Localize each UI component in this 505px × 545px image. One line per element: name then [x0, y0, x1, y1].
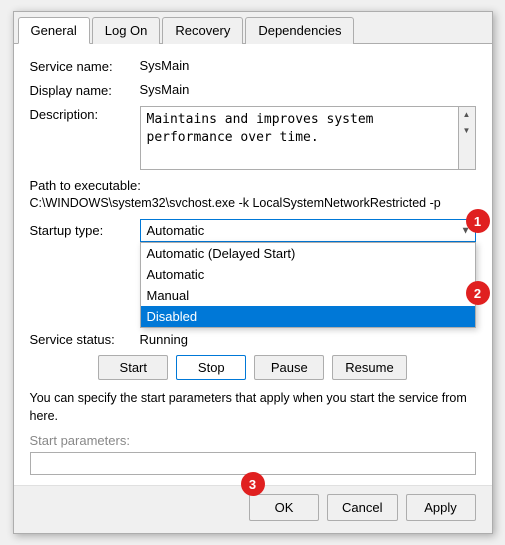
description-scrollbar: ▲ ▼ — [459, 106, 476, 171]
tabs-bar: General Log On Recovery Dependencies — [14, 12, 492, 44]
tab-dependencies[interactable]: Dependencies — [245, 17, 354, 44]
service-name-label: Service name: — [30, 58, 140, 74]
stop-button[interactable]: Stop — [176, 355, 246, 380]
service-status-value: Running — [140, 332, 188, 347]
description-wrapper: Maintains and improves system performanc… — [140, 106, 476, 171]
path-value: C:\WINDOWS\system32\svchost.exe -k Local… — [30, 195, 476, 211]
service-status-row: Service status: Running — [30, 332, 476, 347]
pause-button[interactable]: Pause — [254, 355, 324, 380]
service-status-label: Service status: — [30, 332, 140, 347]
scroll-up-btn[interactable]: ▲ — [459, 107, 475, 123]
tab-recovery[interactable]: Recovery — [162, 17, 243, 44]
annotation-badge-1: 1 — [466, 209, 490, 233]
service-control-buttons: Start Stop Pause Resume — [30, 355, 476, 380]
start-button[interactable]: Start — [98, 355, 168, 380]
description-textarea[interactable]: Maintains and improves system performanc… — [140, 106, 459, 171]
dropdown-item-manual[interactable]: Manual — [141, 285, 475, 306]
description-row: Description: Maintains and improves syst… — [30, 106, 476, 171]
display-name-row: Display name: SysMain — [30, 82, 476, 98]
dropdown-item-auto-delayed[interactable]: Automatic (Delayed Start) — [141, 243, 475, 264]
startup-type-row: Startup type: Automatic ▼ 1 Automatic (D… — [30, 219, 476, 242]
annotation-badge-3: 3 — [241, 472, 265, 496]
display-name-label: Display name: — [30, 82, 140, 98]
startup-type-label: Startup type: — [30, 223, 140, 238]
display-name-value: SysMain — [140, 82, 476, 97]
ok-button[interactable]: OK — [249, 494, 319, 521]
tab-logon[interactable]: Log On — [92, 17, 161, 44]
info-text: You can specify the start parameters tha… — [30, 390, 476, 425]
startup-selected-value: Automatic — [147, 223, 205, 238]
apply-button[interactable]: Apply — [406, 494, 476, 521]
path-section: Path to executable: C:\WINDOWS\system32\… — [30, 178, 476, 211]
service-name-row: Service name: SysMain — [30, 58, 476, 74]
service-properties-dialog: General Log On Recovery Dependencies Ser… — [13, 11, 493, 535]
startup-dropdown-container: Automatic ▼ 1 Automatic (Delayed Start) … — [140, 219, 476, 242]
tab-general[interactable]: General — [18, 17, 90, 44]
annotation-badge-2: 2 — [466, 281, 490, 305]
dropdown-item-disabled[interactable]: Disabled — [141, 306, 475, 327]
dialog-footer: 3 OK Cancel Apply — [14, 485, 492, 533]
startup-dropdown-btn[interactable]: Automatic ▼ — [140, 219, 476, 242]
annotation-badge-2-wrapper: 2 — [466, 281, 490, 305]
scroll-down-btn[interactable]: ▼ — [459, 123, 475, 139]
resume-button[interactable]: Resume — [332, 355, 406, 380]
description-label: Description: — [30, 106, 140, 122]
startup-dropdown-list: Automatic (Delayed Start) Automatic Manu… — [140, 242, 476, 328]
path-label: Path to executable: — [30, 178, 476, 193]
service-name-value: SysMain — [140, 58, 476, 73]
start-params-label: Start parameters: — [30, 433, 476, 448]
dropdown-item-auto[interactable]: Automatic — [141, 264, 475, 285]
tab-general-content: Service name: SysMain Display name: SysM… — [14, 44, 492, 486]
cancel-button[interactable]: Cancel — [327, 494, 397, 521]
